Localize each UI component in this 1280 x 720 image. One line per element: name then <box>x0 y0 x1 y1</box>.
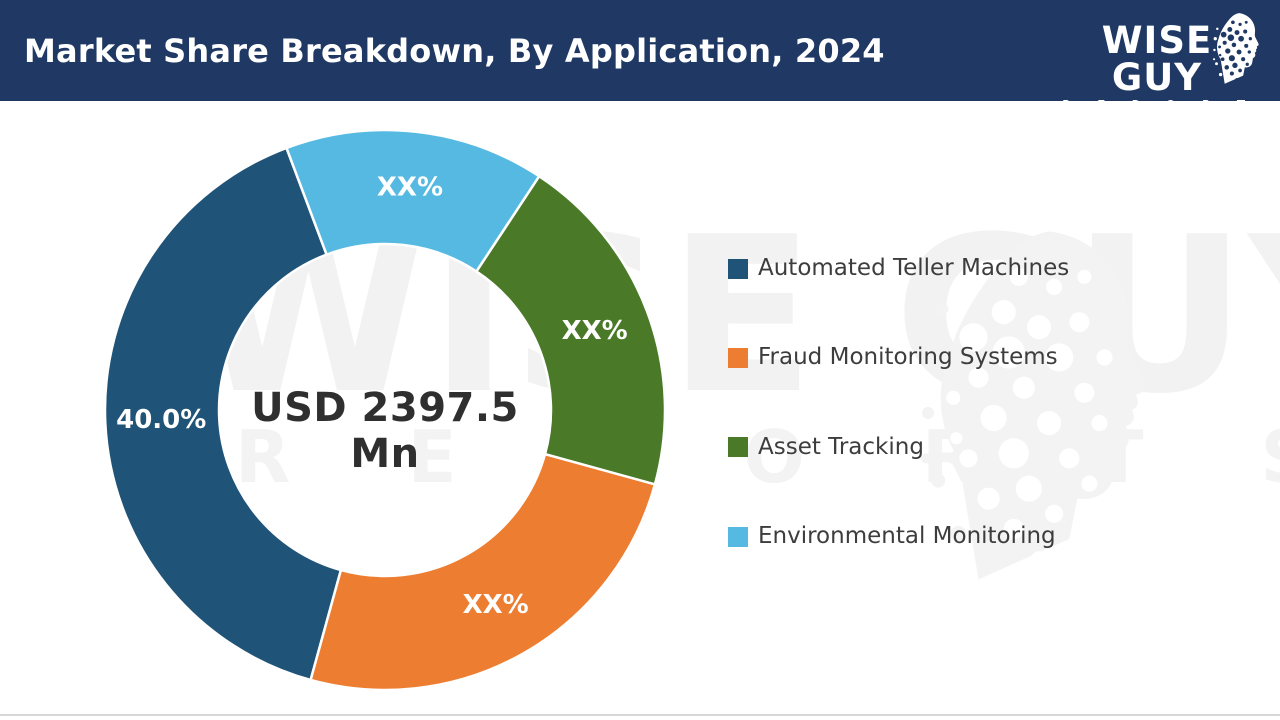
logo-reports-label: R E P O R T S <box>1062 99 1256 129</box>
face-profile-icon <box>1213 13 1259 84</box>
legend-swatch <box>728 258 748 279</box>
segment-label: XX% <box>562 316 628 346</box>
chart-center-value: USD 2397.5 Mn <box>251 385 519 477</box>
legend-swatch <box>728 437 748 458</box>
donut-segment-fraud-monitoring-systems <box>309 452 657 691</box>
legend-item-environmental-monitoring: Environmental Monitoring <box>728 522 1069 549</box>
legend-label: Asset Tracking <box>758 433 924 460</box>
chart-legend: Automated Teller Machines Fraud Monitorin… <box>728 255 1070 549</box>
segment-label: 40.0% <box>116 405 206 435</box>
legend-swatch <box>728 347 748 368</box>
legend-swatch <box>728 526 748 547</box>
legend-item-asset-tracking: Asset Tracking <box>728 433 1069 460</box>
logo-face-icon <box>1212 10 1262 92</box>
segment-label: XX% <box>463 590 529 620</box>
wise-guy-reports-logo: WISE GUY R E P O R T S <box>1012 8 1262 129</box>
report-canvas: WISE GUY R E P O R T S 40.0% XX% XX% XX% US… <box>0 0 1280 720</box>
segment-label: XX% <box>377 172 443 202</box>
legend-item-automated-teller-machines: Automated Teller Machines <box>728 255 1070 281</box>
legend-label: Environmental Monitoring <box>758 522 1056 549</box>
legend-label: Fraud Monitoring Systems <box>758 344 1058 371</box>
footer-divider <box>0 714 1280 716</box>
legend-item-fraud-monitoring-systems: Fraud Monitoring Systems <box>728 344 1069 371</box>
legend-label: Automated Teller Machines <box>758 255 1070 281</box>
page-title: Market Share Breakdown, By Application, … <box>24 31 885 70</box>
header-bar: Market Share Breakdown, By Application, … <box>0 0 1280 129</box>
